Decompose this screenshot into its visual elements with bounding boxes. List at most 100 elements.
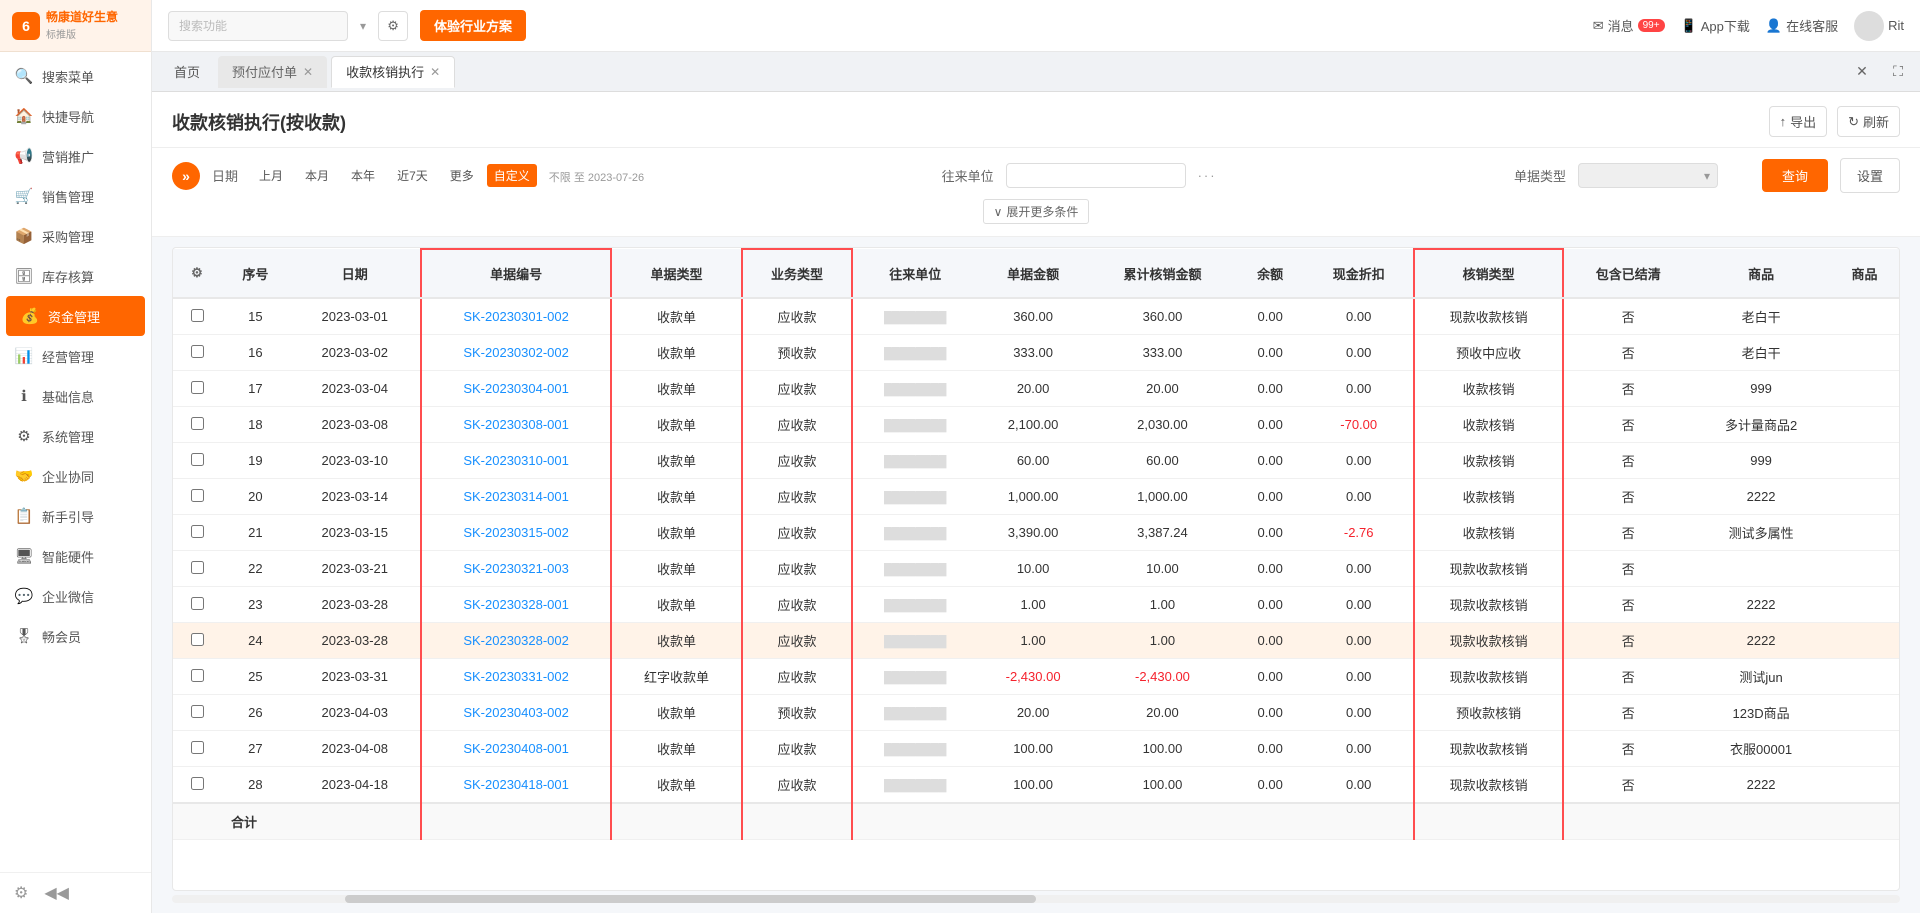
sidebar-item-hardware[interactable]: 🖥智能硬件 [0,536,151,576]
filter-date-prev-month[interactable]: 上月 [250,163,292,188]
cell-checkbox[interactable] [173,335,221,371]
refresh-btn[interactable]: ↻ 刷新 [1837,106,1900,137]
cell-checkbox[interactable] [173,298,221,335]
cell-checkbox[interactable] [173,587,221,623]
row-checkbox[interactable] [191,777,204,790]
row-checkbox[interactable] [191,381,204,394]
filter-expand-btn[interactable]: » [172,162,200,190]
cell-checkbox[interactable] [173,371,221,407]
voucher-no-link[interactable]: SK-20230328-001 [463,597,569,612]
voucher-no-link[interactable]: SK-20230310-001 [463,453,569,468]
sidebar-item-member[interactable]: 🎖畅会员 [0,616,151,656]
filter-settings-btn[interactable]: 设置 [1840,158,1900,193]
tab-close-all-btn[interactable]: ✕ [1848,58,1876,86]
voucher-no-link[interactable]: SK-20230328-002 [463,633,569,648]
filter-voucher-type-select[interactable] [1578,163,1718,188]
filter-date-cur-month[interactable]: 本月 [296,163,338,188]
row-checkbox[interactable] [191,453,204,466]
cell-checkbox[interactable] [173,551,221,587]
row-checkbox[interactable] [191,633,204,646]
filter-date-custom[interactable]: 自定义 [487,164,537,187]
voucher-no-link[interactable]: SK-20230314-001 [463,489,569,504]
industry-solution-btn[interactable]: 体验行业方案 [420,10,526,41]
voucher-no-link[interactable]: SK-20230301-002 [463,309,569,324]
voucher-no-link[interactable]: SK-20230304-001 [463,381,569,396]
cell-checkbox[interactable] [173,731,221,767]
cell-amount: 1,000.00 [977,479,1089,515]
user-name-area[interactable]: Rit [1854,11,1904,41]
sidebar-item-operation[interactable]: 📊经营管理 [0,336,151,376]
expand-more-conditions-btn[interactable]: ∨ 展开更多条件 [983,199,1090,224]
topbar-dropdown-icon[interactable]: ▾ [360,19,366,33]
row-checkbox[interactable] [191,525,204,538]
col-header-settings[interactable]: ⚙ [173,249,221,298]
voucher-no-link[interactable]: SK-20230302-002 [463,345,569,360]
cell-voucher-type: 收款单 [611,298,741,335]
table-wrap[interactable]: ⚙ 序号 日期 单据编号 单据类型 业务类型 往来单位 单据金额 累计核销金额 … [172,247,1900,891]
cell-checkbox[interactable] [173,407,221,443]
sidebar-item-finance[interactable]: 💰资金管理 [6,296,145,336]
export-btn[interactable]: ↑ 导出 [1769,106,1828,137]
voucher-no-link[interactable]: SK-20230331-002 [463,669,569,684]
cell-checkbox[interactable] [173,695,221,731]
sidebar-item-quick-nav[interactable]: 🏠快捷导航 [0,96,151,136]
col-header-writeoff-amount: 累计核销金额 [1089,249,1236,298]
row-checkbox[interactable] [191,345,204,358]
tab-prepay-close[interactable]: ✕ [303,65,313,79]
voucher-no-link[interactable]: SK-20230321-003 [463,561,569,576]
sidebar-item-basic[interactable]: ℹ基础信息 [0,376,151,416]
sidebar-item-wechat[interactable]: 💬企业微信 [0,576,151,616]
table-horizontal-scrollbar[interactable] [172,895,1900,903]
cell-checkbox[interactable] [173,515,221,551]
row-checkbox[interactable] [191,741,204,754]
voucher-no-link[interactable]: SK-20230308-001 [463,417,569,432]
cell-writeoff-type: 收款核销 [1414,443,1564,479]
scrollbar-thumb[interactable] [345,895,1036,903]
sidebar-item-marketing[interactable]: 📢营销推广 [0,136,151,176]
sidebar-item-system[interactable]: ⚙系统管理 [0,416,151,456]
tab-prepay[interactable]: 预付应付单 ✕ [218,56,327,88]
cell-balance: 0.00 [1236,659,1305,695]
cell-checkbox[interactable] [173,443,221,479]
cell-product2 [1830,587,1899,623]
sidebar-item-purchase[interactable]: 📦采购管理 [0,216,151,256]
cell-voucher-no: SK-20230321-003 [421,551,612,587]
voucher-no-link[interactable]: SK-20230315-002 [463,525,569,540]
voucher-no-link[interactable]: SK-20230403-002 [463,705,569,720]
row-checkbox[interactable] [191,417,204,430]
tab-expand-btn[interactable]: ⛶ [1884,58,1912,86]
collapse-icon[interactable]: ◀◀ [44,883,69,903]
cell-checkbox[interactable] [173,659,221,695]
sidebar-item-corp[interactable]: 🤝企业协同 [0,456,151,496]
row-checkbox[interactable] [191,597,204,610]
sidebar-item-guide[interactable]: 📋新手引导 [0,496,151,536]
sidebar-item-search[interactable]: 🔍搜索菜单 [0,56,151,96]
tab-home[interactable]: 首页 [160,56,214,88]
messages-btn[interactable]: ✉ 消息 99+ [1593,16,1665,35]
tab-receipt-exec[interactable]: 收款核销执行 ✕ [331,56,455,88]
app-download-btn[interactable]: 📱 App下载 [1681,16,1750,35]
cell-checkbox[interactable] [173,479,221,515]
cell-checkbox[interactable] [173,767,221,804]
online-service-btn[interactable]: 👤 在线客服 [1766,16,1838,35]
filter-date-cur-year[interactable]: 本年 [342,163,384,188]
settings-bottom-icon[interactable]: ⚙ [14,883,28,903]
filter-unit-input[interactable] [1006,163,1186,188]
filter-date-7days[interactable]: 近7天 [388,163,437,188]
voucher-no-link[interactable]: SK-20230418-001 [463,777,569,792]
filter-date-more[interactable]: 更多 [441,163,483,188]
row-checkbox[interactable] [191,561,204,574]
row-checkbox[interactable] [191,669,204,682]
query-btn[interactable]: 查询 [1762,159,1828,192]
col-settings-icon[interactable]: ⚙ [183,259,211,287]
row-checkbox[interactable] [191,309,204,322]
sidebar-item-sales[interactable]: 🛒销售管理 [0,176,151,216]
summary-amount [977,803,1089,840]
row-checkbox[interactable] [191,489,204,502]
tab-receipt-exec-close[interactable]: ✕ [430,65,440,79]
cell-checkbox[interactable] [173,623,221,659]
sidebar-item-inventory[interactable]: 🗄库存核算 [0,256,151,296]
row-checkbox[interactable] [191,705,204,718]
voucher-no-link[interactable]: SK-20230408-001 [463,741,569,756]
topbar-gear-btn[interactable]: ⚙ [378,11,408,41]
